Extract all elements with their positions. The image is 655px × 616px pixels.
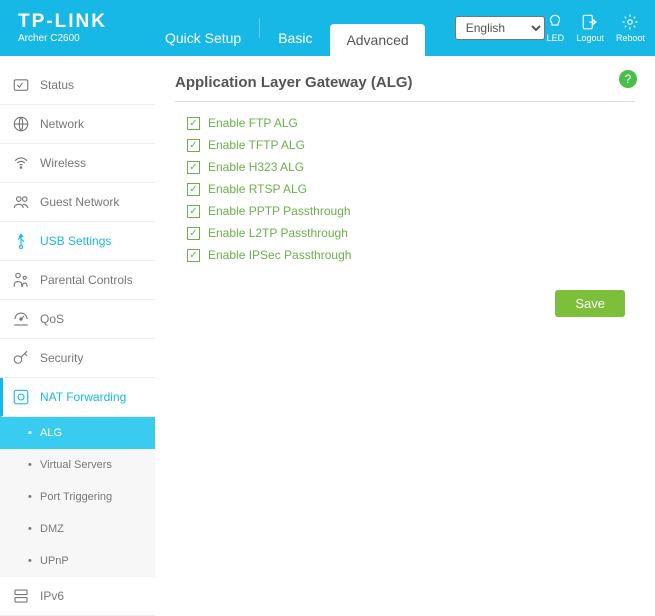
option-label[interactable]: Enable RTSP ALG xyxy=(208,182,307,196)
divider xyxy=(175,101,635,102)
model-name: Archer C2600 xyxy=(18,33,107,44)
sidebar-item-label: Parental Controls xyxy=(40,273,133,287)
wireless-icon xyxy=(12,154,30,172)
sidebar-item-security[interactable]: Security xyxy=(0,339,155,378)
led-icon xyxy=(546,13,564,31)
help-button[interactable]: ? xyxy=(619,70,637,88)
option-label[interactable]: Enable PPTP Passthrough xyxy=(208,204,351,218)
network-icon xyxy=(12,115,30,133)
led-label: LED xyxy=(547,33,565,43)
sidebar-item-label: NAT Forwarding xyxy=(40,390,126,404)
option-label[interactable]: Enable TFTP ALG xyxy=(208,138,305,152)
sub-item-virtual-servers[interactable]: Virtual Servers xyxy=(0,449,155,481)
sidebar-item-qos[interactable]: QoS xyxy=(0,300,155,339)
sidebar-item-label: Guest Network xyxy=(40,195,119,209)
sidebar-item-parental-controls[interactable]: Parental Controls xyxy=(0,261,155,300)
logout-icon xyxy=(581,13,599,31)
header-icons: LED Logout Reboot xyxy=(546,13,645,43)
checkbox-ftp-alg[interactable]: ✓ xyxy=(187,117,200,130)
sidebar-item-guest-network[interactable]: Guest Network xyxy=(0,183,155,222)
logout-label: Logout xyxy=(576,33,604,43)
option-label[interactable]: Enable L2TP Passthrough xyxy=(208,226,348,240)
sidebar-item-label: Wireless xyxy=(40,156,86,170)
sidebar-item-nat-forwarding[interactable]: NAT Forwarding xyxy=(0,378,155,417)
sidebar: Status Network Wireless Guest Network US… xyxy=(0,56,155,616)
checkbox-pptp-passthrough[interactable]: ✓ xyxy=(187,205,200,218)
sidebar-item-usb-settings[interactable]: USB Settings xyxy=(0,222,155,261)
save-button[interactable]: Save xyxy=(555,290,625,317)
content: ? Application Layer Gateway (ALG) ✓ Enab… xyxy=(155,56,655,616)
checkbox-tftp-alg[interactable]: ✓ xyxy=(187,139,200,152)
option-label[interactable]: Enable IPSec Passthrough xyxy=(208,248,351,262)
sidebar-item-label: QoS xyxy=(40,312,64,326)
language-select[interactable]: English xyxy=(455,16,545,40)
sidebar-sub-items: ALG Virtual Servers Port Triggering DMZ … xyxy=(0,417,155,577)
sidebar-item-status[interactable]: Status xyxy=(0,66,155,105)
checkbox-h323-alg[interactable]: ✓ xyxy=(187,161,200,174)
sub-item-alg[interactable]: ALG xyxy=(0,417,155,449)
reboot-label: Reboot xyxy=(616,33,645,43)
option-row: ✓ Enable PPTP Passthrough xyxy=(187,204,635,218)
reboot-icon xyxy=(621,13,639,31)
tab-basic[interactable]: Basic xyxy=(260,20,330,56)
sidebar-item-label: Security xyxy=(40,351,83,365)
parental-icon xyxy=(12,271,30,289)
guest-icon xyxy=(12,193,30,211)
logout-button[interactable]: Logout xyxy=(576,13,604,43)
qos-icon xyxy=(12,310,30,328)
nat-icon xyxy=(12,388,30,406)
option-label[interactable]: Enable H323 ALG xyxy=(208,160,304,174)
sub-item-port-triggering[interactable]: Port Triggering xyxy=(0,481,155,513)
sub-item-dmz[interactable]: DMZ xyxy=(0,513,155,545)
sub-item-upnp[interactable]: UPnP xyxy=(0,545,155,577)
security-icon xyxy=(12,349,30,367)
option-row: ✓ Enable H323 ALG xyxy=(187,160,635,174)
checkbox-l2tp-passthrough[interactable]: ✓ xyxy=(187,227,200,240)
logo-block: TP-LINK Archer C2600 xyxy=(18,12,107,44)
tab-advanced[interactable]: Advanced xyxy=(330,24,424,56)
option-row: ✓ Enable TFTP ALG xyxy=(187,138,635,152)
option-row: ✓ Enable IPSec Passthrough xyxy=(187,248,635,262)
usb-icon xyxy=(12,232,30,250)
sidebar-item-network[interactable]: Network xyxy=(0,105,155,144)
sidebar-item-ipv6[interactable]: IPv6 xyxy=(0,577,155,616)
status-icon xyxy=(12,76,30,94)
page-title: Application Layer Gateway (ALG) xyxy=(175,74,635,91)
header: TP-LINK Archer C2600 Quick Setup Basic A… xyxy=(0,0,655,56)
sidebar-item-label: Status xyxy=(40,78,74,92)
brand-logo: TP-LINK xyxy=(18,12,107,31)
option-label[interactable]: Enable FTP ALG xyxy=(208,116,298,130)
sidebar-item-label: USB Settings xyxy=(40,234,111,248)
led-button[interactable]: LED xyxy=(546,13,564,43)
option-row: ✓ Enable FTP ALG xyxy=(187,116,635,130)
sidebar-item-label: IPv6 xyxy=(40,589,64,603)
option-row: ✓ Enable RTSP ALG xyxy=(187,182,635,196)
sidebar-item-wireless[interactable]: Wireless xyxy=(0,144,155,183)
option-row: ✓ Enable L2TP Passthrough xyxy=(187,226,635,240)
body: Status Network Wireless Guest Network US… xyxy=(0,56,655,616)
reboot-button[interactable]: Reboot xyxy=(616,13,645,43)
checkbox-rtsp-alg[interactable]: ✓ xyxy=(187,183,200,196)
ipv6-icon xyxy=(12,587,30,605)
tab-quick-setup[interactable]: Quick Setup xyxy=(147,20,259,56)
checkbox-ipsec-passthrough[interactable]: ✓ xyxy=(187,249,200,262)
sidebar-item-label: Network xyxy=(40,117,84,131)
main-tabs: Quick Setup Basic Advanced xyxy=(147,0,425,56)
